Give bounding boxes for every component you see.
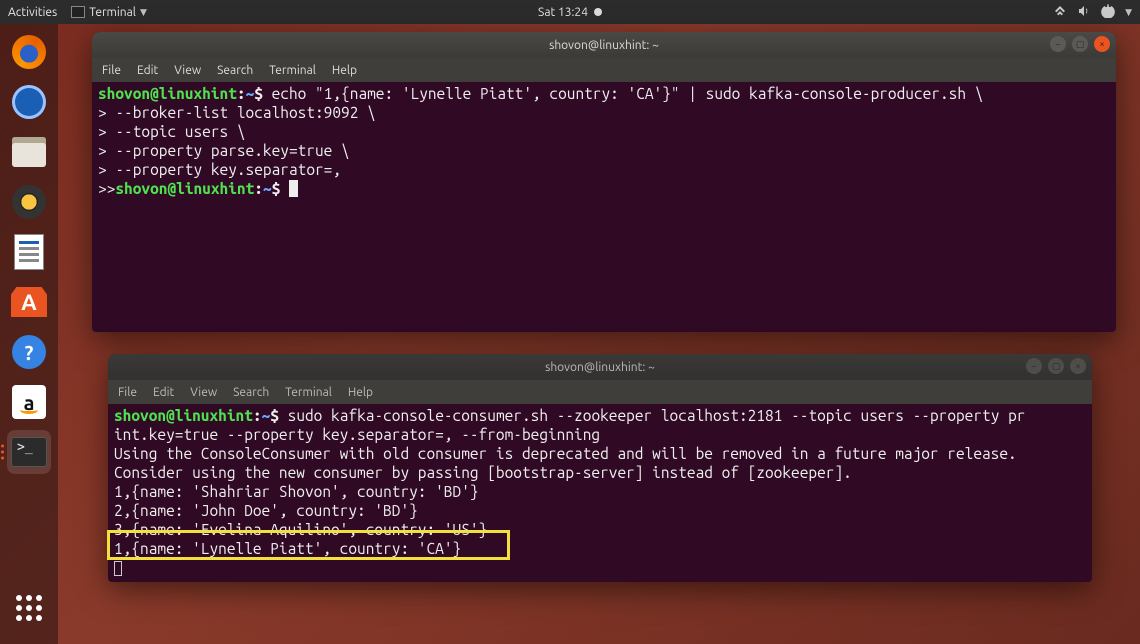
- dock-app-thunderbird[interactable]: [7, 80, 51, 124]
- prompt-path: ~: [262, 407, 271, 424]
- power-icon: [1101, 4, 1115, 21]
- output-line-0: Using the ConsoleConsumer with old consu…: [114, 445, 1017, 462]
- cursor-outline-icon: [114, 561, 122, 576]
- dock-app-terminal[interactable]: [7, 430, 51, 474]
- menu-terminal[interactable]: Terminal: [285, 386, 332, 399]
- minimize-button[interactable]: –: [1026, 358, 1042, 374]
- cmd-line-4: > --property key.separator=,: [98, 161, 341, 178]
- terminal-icon: [11, 437, 47, 467]
- menu-file[interactable]: File: [118, 386, 137, 399]
- titlebar[interactable]: shovon@linuxhint: ~ – ▢ ×: [108, 354, 1092, 380]
- activities-button[interactable]: Activities: [8, 6, 57, 19]
- menubar: File Edit View Search Terminal Help: [92, 58, 1116, 82]
- output-row-4: 1,{name: 'Lynelle Piatt', country: 'CA'}: [114, 540, 461, 557]
- menu-file[interactable]: File: [102, 64, 121, 77]
- dock-app-amazon[interactable]: a: [7, 380, 51, 424]
- apps-grid-icon: [16, 595, 42, 621]
- cursor-icon: [289, 180, 298, 197]
- menu-edit[interactable]: Edit: [153, 386, 174, 399]
- window-title: shovon@linuxhint: ~: [549, 39, 659, 52]
- dock-app-rhythmbox[interactable]: [7, 180, 51, 224]
- terminal-window-consumer: shovon@linuxhint: ~ – ▢ × File Edit View…: [108, 354, 1092, 582]
- prompt-dollar-2: $: [272, 180, 289, 197]
- maximize-button[interactable]: ▢: [1048, 358, 1064, 374]
- close-button[interactable]: ×: [1094, 36, 1110, 52]
- clock-label: Sat 13:24: [538, 6, 588, 19]
- menu-view[interactable]: View: [174, 64, 201, 77]
- chevron-down-icon: ▼: [1125, 7, 1132, 18]
- thunderbird-icon: [12, 85, 46, 119]
- cmd-line-1: > --broker-list localhost:9092 \: [98, 104, 376, 121]
- terminal-body[interactable]: shovon@linuxhint:~$ sudo kafka-console-c…: [108, 404, 1092, 582]
- menu-view[interactable]: View: [190, 386, 217, 399]
- menu-edit[interactable]: Edit: [137, 64, 158, 77]
- minimize-button[interactable]: –: [1050, 36, 1066, 52]
- cmd-line-3: > --property parse.key=true \: [98, 142, 350, 159]
- output-row-2: 2,{name: 'John Doe', country: 'BD'}: [114, 502, 418, 519]
- output-row-1: 1,{name: 'Shahriar Shovon', country: 'BD…: [114, 483, 479, 500]
- files-icon: [12, 137, 46, 167]
- system-status-area[interactable]: ▼: [1053, 4, 1132, 21]
- output-line-1: Consider using the new consumer by passi…: [114, 464, 852, 481]
- dock-app-writer[interactable]: [7, 230, 51, 274]
- gnome-topbar: Activities Terminal ▼ Sat 13:24 ▼: [0, 0, 1140, 24]
- output-row-3: 3,{name: 'Evelina Aquilino', country: 'U…: [114, 521, 487, 538]
- menu-help[interactable]: Help: [332, 64, 357, 77]
- menu-search[interactable]: Search: [217, 64, 253, 77]
- prompt-colon-2: :: [254, 180, 263, 197]
- prompt-dollar: $: [254, 85, 271, 102]
- cmd-line-0: sudo kafka-console-consumer.sh --zookeep…: [288, 407, 1026, 424]
- rhythmbox-icon: [12, 185, 46, 219]
- cmd-line-0: echo "1,{name: 'Lynelle Piatt', country:…: [272, 85, 984, 102]
- terminal-window-producer: shovon@linuxhint: ~ – ▢ × File Edit View…: [92, 32, 1116, 332]
- cmd-line-5: >>: [98, 180, 115, 197]
- notification-dot-icon: [594, 8, 602, 16]
- clock[interactable]: Sat 13:24: [538, 6, 602, 19]
- menubar: File Edit View Search Terminal Help: [108, 380, 1092, 404]
- terminal-small-icon: [71, 6, 85, 18]
- prompt-user-2: shovon@linuxhint: [115, 180, 254, 197]
- software-icon: [11, 287, 47, 317]
- window-title: shovon@linuxhint: ~: [545, 361, 655, 374]
- menu-search[interactable]: Search: [233, 386, 269, 399]
- show-applications-button[interactable]: [7, 586, 51, 630]
- terminal-body[interactable]: shovon@linuxhint:~$ echo "1,{name: 'Lyne…: [92, 82, 1116, 204]
- prompt-user: shovon@linuxhint: [98, 85, 237, 102]
- cmd-line-2: > --topic users \: [98, 123, 246, 140]
- network-icon: [1053, 4, 1067, 21]
- prompt-dollar: $: [270, 407, 287, 424]
- chevron-down-icon: ▼: [140, 7, 147, 18]
- prompt-path-2: ~: [263, 180, 272, 197]
- prompt-path: ~: [246, 85, 255, 102]
- help-icon: ?: [12, 335, 46, 369]
- appmenu-terminal[interactable]: Terminal ▼: [71, 6, 147, 19]
- dock: ? a: [0, 24, 58, 644]
- prompt-colon: :: [253, 407, 262, 424]
- dock-app-help[interactable]: ?: [7, 330, 51, 374]
- firefox-icon: [12, 35, 46, 69]
- cmd-line-1: int.key=true --property key.separator=, …: [114, 426, 600, 443]
- prompt-user: shovon@linuxhint: [114, 407, 253, 424]
- menu-terminal[interactable]: Terminal: [269, 64, 316, 77]
- titlebar[interactable]: shovon@linuxhint: ~ – ▢ ×: [92, 32, 1116, 58]
- volume-icon: [1077, 4, 1091, 21]
- writer-icon: [14, 234, 44, 270]
- dock-app-software[interactable]: [7, 280, 51, 324]
- menu-help[interactable]: Help: [348, 386, 373, 399]
- maximize-button[interactable]: ▢: [1072, 36, 1088, 52]
- dock-app-files[interactable]: [7, 130, 51, 174]
- amazon-icon: a: [12, 385, 46, 419]
- prompt-colon: :: [237, 85, 246, 102]
- close-button[interactable]: ×: [1070, 358, 1086, 374]
- dock-app-firefox[interactable]: [7, 30, 51, 74]
- appmenu-label: Terminal: [89, 6, 136, 19]
